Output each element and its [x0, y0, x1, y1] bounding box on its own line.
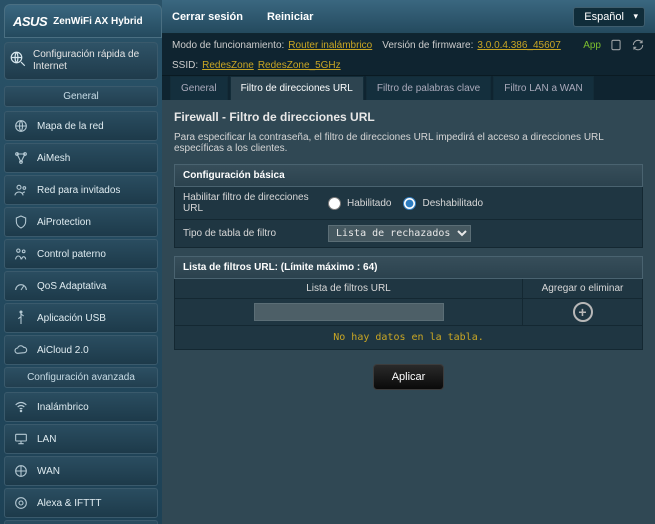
radio-enabled-label: Habilitado: [347, 198, 391, 209]
add-button[interactable]: +: [573, 302, 593, 322]
enable-label: Habilitar filtro de direcciones URL: [183, 192, 328, 214]
globe-wrench-icon: [9, 50, 27, 72]
nav-qos[interactable]: QoS Adaptativa: [4, 271, 158, 301]
nav-lan[interactable]: LAN: [4, 424, 158, 454]
status-bar: Modo de funcionamiento: Router inalámbri…: [162, 34, 655, 76]
shield-icon: [13, 214, 29, 230]
wifi-icon: [13, 399, 29, 415]
voice-icon: [13, 495, 29, 511]
lan-icon: [13, 431, 29, 447]
reboot-button[interactable]: Reiniciar: [267, 11, 313, 23]
page-description: Para especificar la contraseña, el filtr…: [174, 132, 643, 154]
basic-config-header: Configuración básica: [174, 164, 643, 187]
nav-aiprotection[interactable]: AiProtection: [4, 207, 158, 237]
wan-icon: [13, 463, 29, 479]
notification-icon[interactable]: [609, 38, 623, 52]
ssid-label: SSID:: [172, 60, 198, 71]
url-list-header: Lista de filtros URL: (Límite máximo : 6…: [174, 256, 643, 279]
nav-wireless[interactable]: Inalámbrico: [4, 392, 158, 422]
url-input[interactable]: [254, 303, 444, 321]
apply-button[interactable]: Aplicar: [373, 364, 445, 390]
nav-ipv6[interactable]: IPv6: [4, 520, 158, 524]
nav-parental[interactable]: Control paterno: [4, 239, 158, 269]
topbar: Cerrar sesión Reiniciar Español: [162, 0, 655, 34]
fw-link[interactable]: 3.0.0.4.386_45607: [477, 40, 560, 51]
language-dropdown[interactable]: Español: [573, 7, 645, 27]
tab-keyword[interactable]: Filtro de palabras clave: [366, 76, 491, 100]
quick-setup-label: Configuración rápida de Internet: [33, 49, 153, 73]
guest-icon: [13, 182, 29, 198]
map-icon: [13, 118, 29, 134]
mode-link[interactable]: Router inalámbrico: [288, 40, 372, 51]
group-general: General: [4, 86, 158, 107]
ssid1-link[interactable]: RedesZone: [202, 60, 254, 71]
app-link[interactable]: App: [583, 40, 601, 51]
radio-disabled-label: Deshabilitado: [422, 198, 483, 209]
nav-aimesh[interactable]: AiMesh: [4, 143, 158, 173]
cloud-icon: [13, 342, 29, 358]
nav-wan[interactable]: WAN: [4, 456, 158, 486]
refresh-icon[interactable]: [631, 38, 645, 52]
ssid2-link[interactable]: RedesZone_5GHz: [258, 60, 341, 71]
page-title: Firewall - Filtro de direcciones URL: [174, 110, 643, 124]
gauge-icon: [13, 278, 29, 294]
tab-lanwan[interactable]: Filtro LAN a WAN: [493, 76, 594, 100]
col-url: Lista de filtros URL: [175, 279, 522, 298]
nav-network-map[interactable]: Mapa de la red: [4, 111, 158, 141]
content-panel: Firewall - Filtro de direcciones URL Par…: [162, 100, 655, 524]
brand-header: ASUS ZenWiFi AX Hybrid: [4, 4, 162, 38]
usb-icon: [13, 310, 29, 326]
nav-alexa[interactable]: Alexa & IFTTT: [4, 488, 158, 518]
nav-guest[interactable]: Red para invitados: [4, 175, 158, 205]
tabs: General Filtro de direcciones URL Filtro…: [162, 76, 655, 100]
tab-general[interactable]: General: [170, 76, 228, 100]
model-name: ZenWiFi AX Hybrid: [53, 16, 143, 27]
nav-usb[interactable]: Aplicación USB: [4, 303, 158, 333]
mesh-icon: [13, 150, 29, 166]
radio-disabled[interactable]: [403, 197, 416, 210]
quick-setup-button[interactable]: Configuración rápida de Internet: [4, 42, 158, 80]
logout-button[interactable]: Cerrar sesión: [172, 11, 243, 23]
empty-message: No hay datos en la tabla.: [174, 326, 643, 350]
tabletype-label: Tipo de tabla de filtro: [183, 228, 328, 239]
col-action: Agregar o eliminar: [522, 279, 642, 298]
radio-enabled[interactable]: [328, 197, 341, 210]
tab-urlfilter[interactable]: Filtro de direcciones URL: [230, 76, 364, 100]
mode-label: Modo de funcionamiento:: [172, 40, 284, 51]
logo: ASUS: [13, 14, 47, 29]
fw-label: Versión de firmware:: [382, 40, 473, 51]
nav-aicloud[interactable]: AiCloud 2.0: [4, 335, 158, 365]
family-icon: [13, 246, 29, 262]
group-advanced: Configuración avanzada: [4, 367, 158, 388]
tabletype-select[interactable]: Lista de rechazados: [328, 225, 471, 242]
